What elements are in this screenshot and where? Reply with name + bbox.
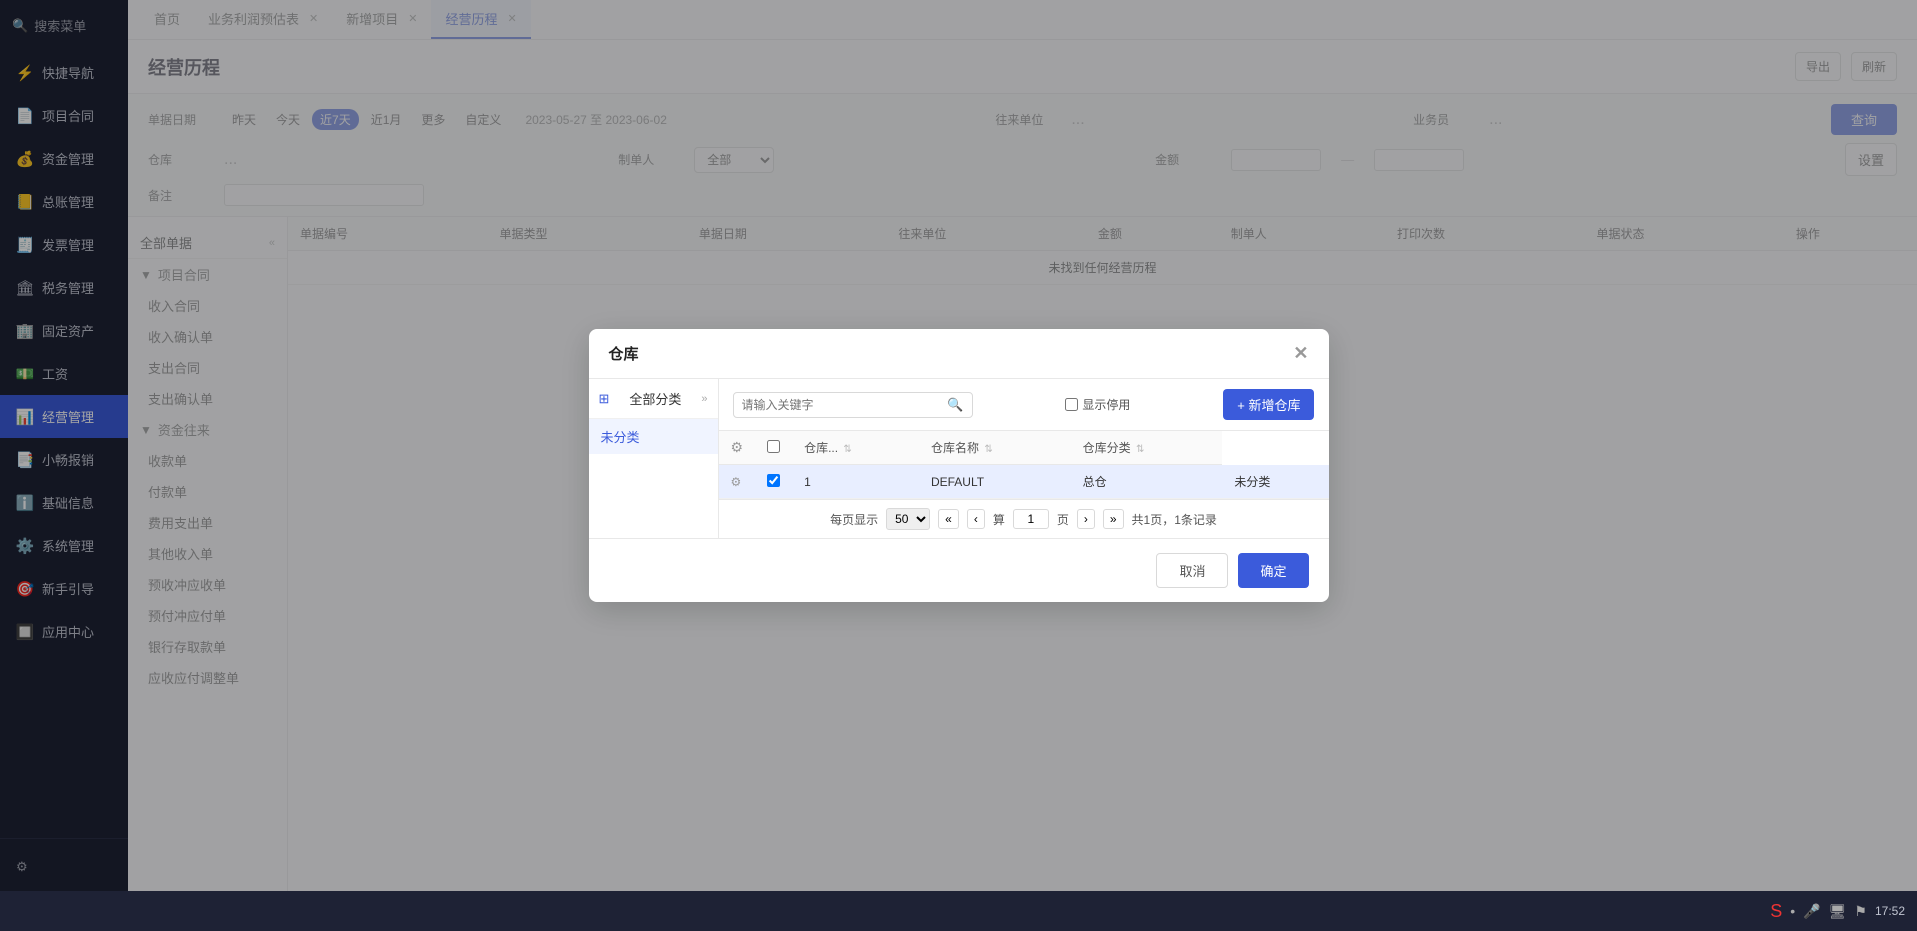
modal-header: 仓库 ✕ (589, 329, 1329, 379)
modal-overlay: 仓库 ✕ ⊞ 全部分类 » 未分类 🔍 (0, 0, 1917, 931)
checkbox-col-header (755, 431, 792, 465)
grid-icon: ⊞ (599, 391, 610, 407)
row-checkbox[interactable] (767, 474, 780, 487)
category-col-header: 仓库分类 ⇅ (1071, 431, 1223, 465)
column-settings-icon[interactable]: ⚙ (731, 439, 744, 455)
modal-title: 仓库 (609, 343, 639, 364)
row-category-cell: 未分类 (1222, 465, 1328, 499)
code-col-header: 仓库... ⇅ (792, 431, 919, 465)
modal-page-text: 页 (1057, 511, 1069, 528)
modal-sidebar: ⊞ 全部分类 » 未分类 (589, 379, 719, 538)
row-code-cell: DEFAULT (919, 465, 1071, 499)
modal-search-input[interactable] (742, 398, 942, 412)
taskbar-icon-dot: • (1790, 903, 1795, 919)
modal-close-button[interactable]: ✕ (1293, 343, 1308, 364)
modal-last-page-btn[interactable]: » (1103, 509, 1124, 529)
name-sort-icon[interactable]: ⇅ (984, 444, 992, 455)
taskbar-icon-flag: ⚑ (1854, 903, 1867, 920)
search-icon: 🔍 (947, 397, 963, 413)
category-sort-icon[interactable]: ⇅ (1136, 444, 1144, 455)
taskbar-time: 17:52 (1875, 904, 1905, 918)
show-disabled-checkbox[interactable] (1065, 398, 1078, 411)
cancel-button[interactable]: 取消 (1156, 553, 1228, 588)
row-id-cell: 1 (792, 465, 919, 499)
select-all-checkbox[interactable] (767, 440, 780, 453)
modal-page-size-label: 每页显示 (830, 511, 878, 528)
modal-first-page-btn[interactable]: « (938, 509, 959, 529)
row-settings-icon[interactable]: ⚙ (731, 475, 742, 489)
taskbar: S • 🎤 🖥 ⚑ 17:52 (0, 891, 1917, 931)
modal-footer-row: 每页显示 50 « ‹ 算 页 › » 共1页，1条记录 (719, 499, 1329, 538)
confirm-button[interactable]: 确定 (1238, 553, 1308, 588)
modal-actions: 取消 确定 (589, 538, 1329, 602)
expand-icon: » (701, 393, 707, 405)
modal-total-info: 共1页，1条记录 (1132, 511, 1217, 528)
modal-search-box[interactable]: 🔍 (733, 392, 973, 418)
code-sort-icon[interactable]: ⇅ (843, 444, 851, 455)
modal-table-row[interactable]: ⚙ 1 DEFAULT 总仓 未分类 (719, 465, 1329, 499)
modal-body: ⊞ 全部分类 » 未分类 🔍 显示停用 (589, 379, 1329, 538)
warehouse-modal: 仓库 ✕ ⊞ 全部分类 » 未分类 🔍 (589, 329, 1329, 602)
taskbar-icon-screen: 🖥 (1829, 903, 1847, 920)
modal-prev-page-btn[interactable]: ‹ (967, 509, 985, 529)
add-warehouse-button[interactable]: + 新增仓库 (1223, 389, 1314, 420)
modal-sidebar-all-label[interactable]: ⊞ 全部分类 » (589, 379, 718, 419)
modal-page-label: 算 (993, 511, 1005, 528)
modal-page-size-select[interactable]: 50 (886, 508, 930, 530)
modal-table: ⚙ 仓库... ⇅ 仓库名称 (719, 431, 1329, 499)
modal-main: 🔍 显示停用 + 新增仓库 ⚙ (719, 379, 1329, 538)
modal-page-input[interactable] (1013, 509, 1049, 529)
row-settings-cell: ⚙ (719, 465, 756, 499)
taskbar-icon-s: S (1770, 901, 1782, 922)
row-checkbox-cell (755, 465, 792, 499)
taskbar-icon-mic: 🎤 (1803, 903, 1820, 920)
show-disabled-checkbox-label[interactable]: 显示停用 (1065, 396, 1130, 413)
modal-next-page-btn[interactable]: › (1077, 509, 1095, 529)
taskbar-icons: S • 🎤 🖥 ⚑ (1770, 901, 1867, 922)
row-name-cell: 总仓 (1071, 465, 1223, 499)
modal-sidebar-uncategorized[interactable]: 未分类 (589, 419, 718, 454)
name-col-header: 仓库名称 ⇅ (919, 431, 1071, 465)
modal-toolbar: 🔍 显示停用 + 新增仓库 (719, 379, 1329, 431)
modal-table-wrap: ⚙ 仓库... ⇅ 仓库名称 (719, 431, 1329, 499)
settings-col-header: ⚙ (719, 431, 756, 465)
